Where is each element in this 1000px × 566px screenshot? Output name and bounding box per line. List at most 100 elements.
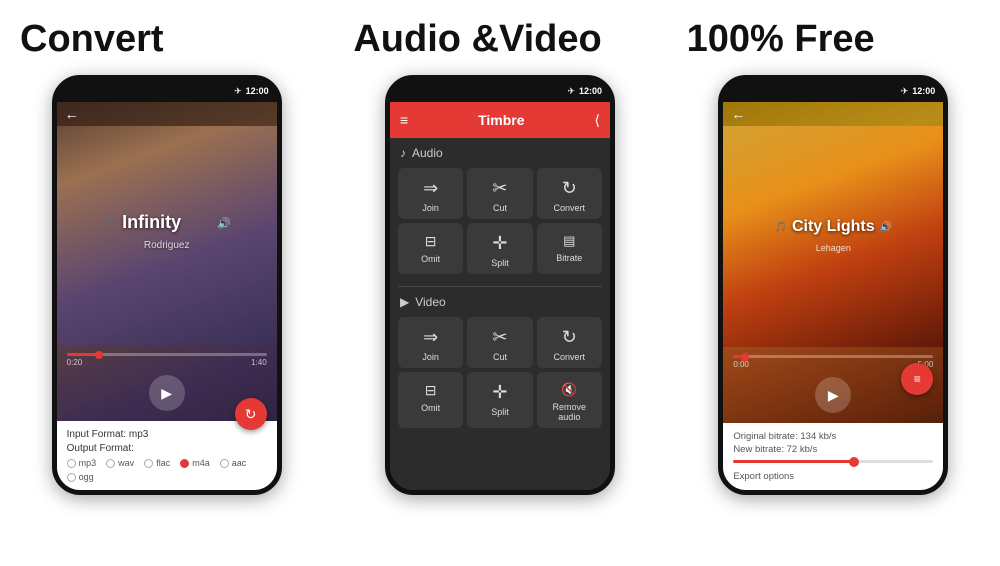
share-icon[interactable]: ⟨	[595, 112, 600, 129]
video-section-header: ▶ Video	[398, 295, 602, 309]
radio-mp3	[67, 459, 76, 468]
format-ogg[interactable]: ogg	[67, 472, 94, 482]
remove-audio-icon: 🔇	[561, 382, 577, 398]
timbre-content: ♪ Audio ⇒ Join ✂ Cut ↻ Convert	[390, 138, 610, 490]
radio-wav	[106, 459, 115, 468]
play-button-3[interactable]: ▶	[815, 377, 851, 413]
cut-label-video: Cut	[493, 352, 507, 362]
bitrate-label-audio: Bitrate	[556, 253, 582, 263]
back-icon-3[interactable]: ←	[731, 106, 745, 122]
phone-timbre: ✈ 12:00 ≡ Timbre ⟨ ♪ Audio ⇒	[385, 75, 615, 495]
song-title-1: Infinity	[122, 212, 181, 233]
play-button-1[interactable]: ▶	[149, 375, 185, 411]
time-start-1: 0:20	[67, 358, 83, 367]
video-cut[interactable]: ✂ Cut	[467, 317, 532, 368]
back-icon-1[interactable]: ←	[65, 106, 79, 122]
video-remove-audio[interactable]: 🔇 Remove audio	[537, 372, 602, 428]
video-split[interactable]: ✛ Split	[467, 372, 532, 428]
bitrate-icon-audio: ▤	[563, 233, 575, 249]
phone1-topbar: ←	[57, 102, 277, 126]
status-bar-1: ✈ 12:00	[57, 80, 277, 102]
phone1-info: Input Format: mp3 Output Format: mp3 wav…	[57, 421, 277, 490]
convert-label-video: Convert	[554, 352, 586, 362]
convert-label-audio: Convert	[554, 203, 586, 213]
status-icons-2: ✈ 12:00	[567, 86, 602, 97]
timbre-topbar: ≡ Timbre ⟨	[390, 102, 610, 138]
music-note-icon-3: 🎵	[775, 222, 787, 233]
join-label-audio: Join	[422, 203, 439, 213]
format-m4a[interactable]: m4a	[180, 458, 210, 468]
panel-audio-video-title: Audio &Video	[343, 18, 601, 61]
progress-bar-1[interactable]	[67, 353, 267, 356]
time-end-1: 1:40	[251, 358, 267, 367]
remove-audio-label: Remove audio	[541, 402, 598, 422]
format-label-wav: wav	[118, 458, 134, 468]
phone1-cover: 🎵 Infinity 🔊 Rodriguez	[57, 126, 277, 345]
audio-convert[interactable]: ↻ Convert	[537, 168, 602, 219]
audio-split[interactable]: ✛ Split	[467, 223, 532, 274]
time-row-3: 0:00 5:00	[733, 360, 933, 369]
bitrate-slider-fill	[733, 460, 853, 463]
original-bitrate-row: Original bitrate: 134 kb/s	[733, 431, 933, 442]
split-label-audio: Split	[491, 258, 509, 268]
radio-aac	[220, 459, 229, 468]
split-icon-audio: ✛	[492, 233, 507, 254]
phone3-background: ← 🎵 City Lights 🔊 Lehagen	[723, 102, 943, 490]
panel-free: 100% Free ✈ 12:00 ← 🎵 City Lights 🔊	[667, 0, 1000, 566]
cut-label-audio: Cut	[493, 203, 507, 213]
convert-icon-video: ↻	[562, 327, 577, 348]
omit-label-video: Omit	[421, 403, 440, 413]
cut-icon-video: ✂	[492, 327, 507, 348]
video-join[interactable]: ⇒ Join	[398, 317, 463, 368]
audio-omit[interactable]: ⊟ Omit	[398, 223, 463, 274]
panel-convert-title: Convert	[10, 18, 164, 61]
video-grid: ⇒ Join ✂ Cut ↻ Convert ⊟ Omit	[398, 317, 602, 428]
phone3-topbar: ←	[723, 102, 943, 126]
omit-icon-audio: ⊟	[425, 233, 437, 250]
bitrate-slider[interactable]	[733, 460, 933, 463]
audio-section-header: ♪ Audio	[398, 146, 602, 160]
status-bar-3: ✈ 12:00	[723, 80, 943, 102]
fab-1[interactable]: ↻	[235, 398, 267, 430]
join-icon-audio: ⇒	[423, 178, 438, 199]
menu-icon[interactable]: ≡	[400, 112, 408, 128]
progress-thumb-1	[95, 351, 103, 359]
audio-bitrate[interactable]: ▤ Bitrate	[537, 223, 602, 274]
audio-cut[interactable]: ✂ Cut	[467, 168, 532, 219]
omit-label-audio: Omit	[421, 254, 440, 264]
format-label-flac: flac	[156, 458, 170, 468]
format-label-m4a: m4a	[192, 458, 210, 468]
section-divider	[398, 286, 602, 287]
audio-section-label: Audio	[412, 146, 443, 160]
format-aac[interactable]: aac	[220, 458, 247, 468]
time-1: 12:00	[246, 86, 269, 96]
music-icon: ♪	[400, 146, 406, 160]
progress-bar-3[interactable]	[733, 355, 933, 358]
video-omit[interactable]: ⊟ Omit	[398, 372, 463, 428]
time-2: 12:00	[579, 86, 602, 96]
music-note-icon-1: 🎵	[102, 217, 116, 230]
airplane-icon-2: ✈	[567, 86, 575, 97]
audio-join[interactable]: ⇒ Join	[398, 168, 463, 219]
progress-fill-1	[67, 353, 97, 356]
phone-free: ✈ 12:00 ← 🎵 City Lights 🔊 Lehagen	[718, 75, 948, 495]
audio-grid: ⇒ Join ✂ Cut ↻ Convert ⊟ Omit	[398, 168, 602, 274]
radio-m4a	[180, 459, 189, 468]
split-icon-video: ✛	[492, 382, 507, 403]
volume-icon-1: 🔊	[217, 217, 231, 230]
phone3-cover: 🎵 City Lights 🔊 Lehagen	[723, 126, 943, 347]
format-wav[interactable]: wav	[106, 458, 134, 468]
join-label-video: Join	[422, 352, 439, 362]
artist-name-3: Lehagen	[816, 243, 851, 253]
phone-convert: ✈ 12:00 ← 🎵 Infinity 🔊 Rodriguez	[52, 75, 282, 495]
new-bitrate-label: New bitrate:	[733, 444, 784, 455]
video-convert[interactable]: ↻ Convert	[537, 317, 602, 368]
progress-thumb-3	[741, 353, 749, 361]
format-label-ogg: ogg	[79, 472, 94, 482]
export-options-label[interactable]: Export options	[733, 471, 933, 482]
input-format-label: Input Format: mp3	[67, 429, 267, 440]
format-flac[interactable]: flac	[144, 458, 170, 468]
radio-flac	[144, 459, 153, 468]
video-section-label: Video	[415, 295, 445, 309]
format-mp3[interactable]: mp3	[67, 458, 97, 468]
